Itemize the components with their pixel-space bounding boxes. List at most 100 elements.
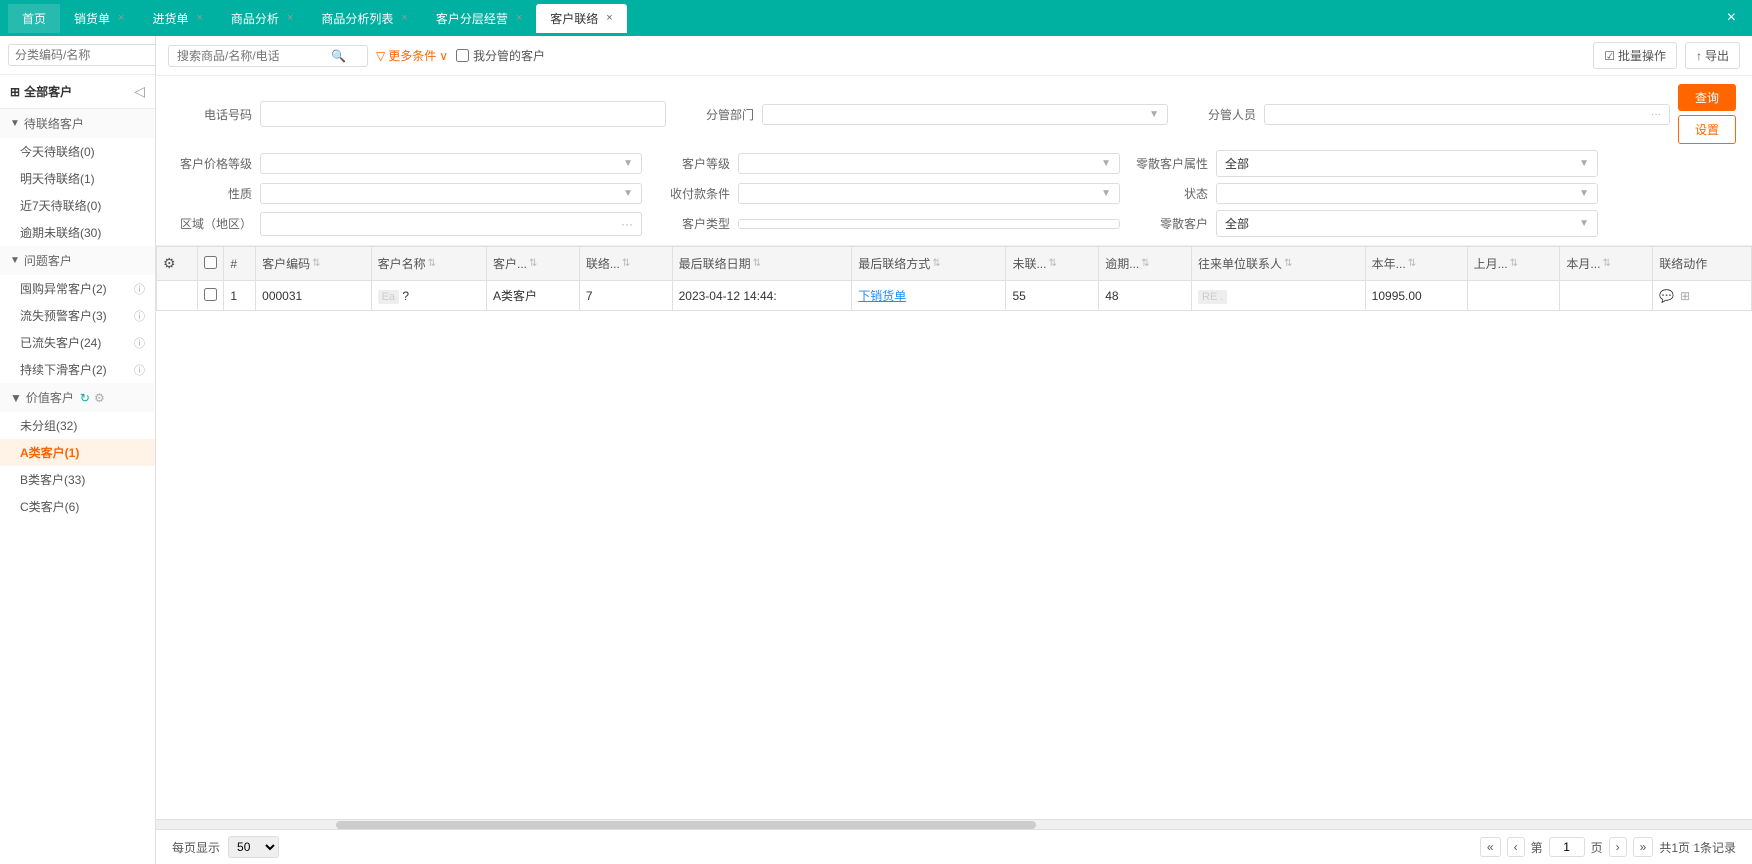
window-close-button[interactable]: × — [1719, 9, 1744, 27]
bulk-operation-btn[interactable]: ☑ 批量操作 — [1593, 42, 1677, 69]
nav-customer-segment[interactable]: 客户分层经营 × — [422, 4, 536, 33]
horizontal-scrollbar[interactable] — [156, 819, 1752, 829]
per-page-select[interactable]: 50 100 200 — [228, 836, 279, 858]
toolbar-search-box: 🔍 — [168, 45, 368, 67]
region-input[interactable]: ··· — [260, 212, 642, 236]
zero-attr-dropdown[interactable]: 全部 ▼ — [1216, 150, 1598, 177]
sidebar-group-value[interactable]: ▼ 价值客户 ↻ ⚙ — [0, 383, 155, 412]
td-last-method[interactable]: 下销货单 — [852, 281, 1006, 311]
sidebar-item-overdue-contact[interactable]: 逾期未联络(30) — [0, 219, 155, 246]
close-product-analysis-list[interactable]: × — [401, 12, 407, 24]
dept-dropdown[interactable]: ▼ — [762, 104, 1168, 125]
close-purchase-order[interactable]: × — [196, 12, 202, 24]
nav-product-analysis[interactable]: 商品分析 × — [217, 4, 307, 33]
per-page-label: 每页显示 — [172, 839, 220, 856]
table-settings-icon[interactable]: ⚙ — [163, 255, 176, 271]
nav-product-analysis-list[interactable]: 商品分析列表 × — [307, 4, 421, 33]
sidebar-item-declining[interactable]: 持续下滑客户(2) ⓘ — [0, 356, 155, 383]
data-table-area: ⚙ # 客户编码⇅ 客户名称⇅ 客户...⇅ — [156, 246, 1752, 819]
sort-notcontacted-icon[interactable]: ⇅ — [1048, 258, 1056, 269]
th-index: # — [224, 247, 256, 281]
sidebar-group-pending[interactable]: ▼ 待联络客户 — [0, 109, 155, 138]
grid-action-icon[interactable]: ⊞ — [1680, 289, 1690, 303]
toolbar-search-input[interactable] — [177, 49, 327, 63]
sidebar-item-b-class[interactable]: B类客户(33) — [0, 466, 155, 493]
sort-method-icon[interactable]: ⇅ — [932, 258, 940, 269]
customer-grade-dropdown[interactable]: ▼ — [738, 153, 1120, 174]
status-arrow: ▼ — [1579, 188, 1589, 199]
sidebar-group-problem[interactable]: ▼ 问题客户 — [0, 246, 155, 275]
toolbar-search-icon[interactable]: 🔍 — [331, 49, 346, 63]
nav-customer-contact[interactable]: 客户联络 × — [536, 4, 626, 33]
customer-type-dropdown[interactable] — [738, 219, 1120, 229]
action-icons-group: 💬 ⊞ — [1659, 289, 1745, 303]
nav-home[interactable]: 首页 — [8, 4, 60, 33]
close-customer-segment[interactable]: × — [516, 12, 522, 24]
pay-arrow: ▼ — [1101, 188, 1111, 199]
settings-icon[interactable]: ⚙ — [94, 391, 105, 405]
page-number-input[interactable] — [1549, 837, 1585, 857]
td-overdue: 48 — [1099, 281, 1192, 311]
first-page-btn[interactable]: « — [1480, 837, 1501, 857]
export-btn[interactable]: ↑ 导出 — [1685, 42, 1740, 69]
chevron-down-icon: ∨ — [439, 49, 448, 63]
sort-contact-icon[interactable]: ⇅ — [622, 258, 630, 269]
sort-contact2-icon[interactable]: ⇅ — [1284, 258, 1292, 269]
sidebar-item-today-contact[interactable]: 今天待联络(0) — [0, 138, 155, 165]
sort-lastmonth-icon[interactable]: ⇅ — [1510, 258, 1518, 269]
sort-date-icon[interactable]: ⇅ — [753, 258, 761, 269]
sidebar-item-7days-contact[interactable]: 近7天待联络(0) — [0, 192, 155, 219]
prev-page-btn[interactable]: ‹ — [1507, 837, 1525, 857]
dept-label: 分管部门 — [674, 106, 754, 123]
nav-sales-order[interactable]: 销货单 × — [60, 4, 138, 33]
phone-input[interactable] — [260, 101, 666, 127]
sidebar-item-abnormal[interactable]: 囤购异常客户(2) ⓘ — [0, 275, 155, 302]
close-customer-contact[interactable]: × — [606, 12, 612, 24]
last-page-btn[interactable]: » — [1633, 837, 1654, 857]
staff-dropdown[interactable]: ··· — [1264, 104, 1670, 125]
grid-icon: ⊞ — [10, 85, 20, 99]
sidebar-item-churned[interactable]: 已流失客户(24) ⓘ — [0, 329, 155, 356]
price-grade-dropdown[interactable]: ▼ — [260, 153, 642, 174]
customer-type-label: 客户类型 — [650, 215, 730, 232]
select-all-checkbox[interactable] — [204, 256, 217, 269]
zero-attr-arrow: ▼ — [1579, 158, 1589, 169]
close-sales-order[interactable]: × — [118, 12, 124, 24]
zero-customer-arrow: ▼ — [1579, 218, 1589, 229]
filter-status-col: 状态 ▼ — [1128, 183, 1598, 204]
sidebar-search-input[interactable] — [8, 44, 156, 66]
td-name[interactable]: Ea ? — [371, 281, 486, 311]
close-product-analysis[interactable]: × — [287, 12, 293, 24]
sidebar-item-churn-warning[interactable]: 流失预警客户(3) ⓘ — [0, 302, 155, 329]
th-contact2: 往来单位联系人⇅ — [1192, 247, 1366, 281]
row-checkbox[interactable] — [204, 288, 217, 301]
pay-dropdown[interactable]: ▼ — [738, 183, 1120, 204]
zero-customer-dropdown[interactable]: 全部 ▼ — [1216, 210, 1598, 237]
settings-button[interactable]: 设置 — [1678, 115, 1736, 144]
last-method-link[interactable]: 下销货单 — [858, 289, 906, 303]
query-button[interactable]: 查询 — [1678, 84, 1736, 111]
sort-overdue-icon[interactable]: ⇅ — [1141, 258, 1149, 269]
refresh-icon[interactable]: ↻ — [80, 391, 90, 405]
sort-year-icon[interactable]: ⇅ — [1408, 258, 1416, 269]
chat-icon[interactable]: 💬 — [1659, 289, 1674, 303]
sidebar-item-unclassified[interactable]: 未分组(32) — [0, 412, 155, 439]
sidebar-item-tomorrow-contact[interactable]: 明天待联络(1) — [0, 165, 155, 192]
sidebar-collapse-btn[interactable]: ◁ — [134, 83, 145, 100]
status-dropdown[interactable]: ▼ — [1216, 183, 1598, 204]
sort-name-icon[interactable]: ⇅ — [428, 258, 436, 269]
sidebar-item-c-class[interactable]: C类客户(6) — [0, 493, 155, 520]
th-grade: 客户...⇅ — [487, 247, 580, 281]
sort-thismonth-icon[interactable]: ⇅ — [1602, 258, 1610, 269]
sidebar-item-a-class[interactable]: A类客户(1) — [0, 439, 155, 466]
nature-dropdown[interactable]: ▼ — [260, 183, 642, 204]
staff-label: 分管人员 — [1176, 106, 1256, 123]
my-customer-checkbox[interactable] — [456, 49, 469, 62]
td-index: 1 — [224, 281, 256, 311]
sort-code-icon[interactable]: ⇅ — [312, 258, 320, 269]
next-page-btn[interactable]: › — [1609, 837, 1627, 857]
filter-toggle-btn[interactable]: ▽ 更多条件 ∨ — [376, 47, 448, 64]
scrollbar-thumb[interactable] — [336, 821, 1036, 829]
nav-purchase-order[interactable]: 进货单 × — [138, 4, 216, 33]
sort-grade-icon[interactable]: ⇅ — [529, 258, 537, 269]
